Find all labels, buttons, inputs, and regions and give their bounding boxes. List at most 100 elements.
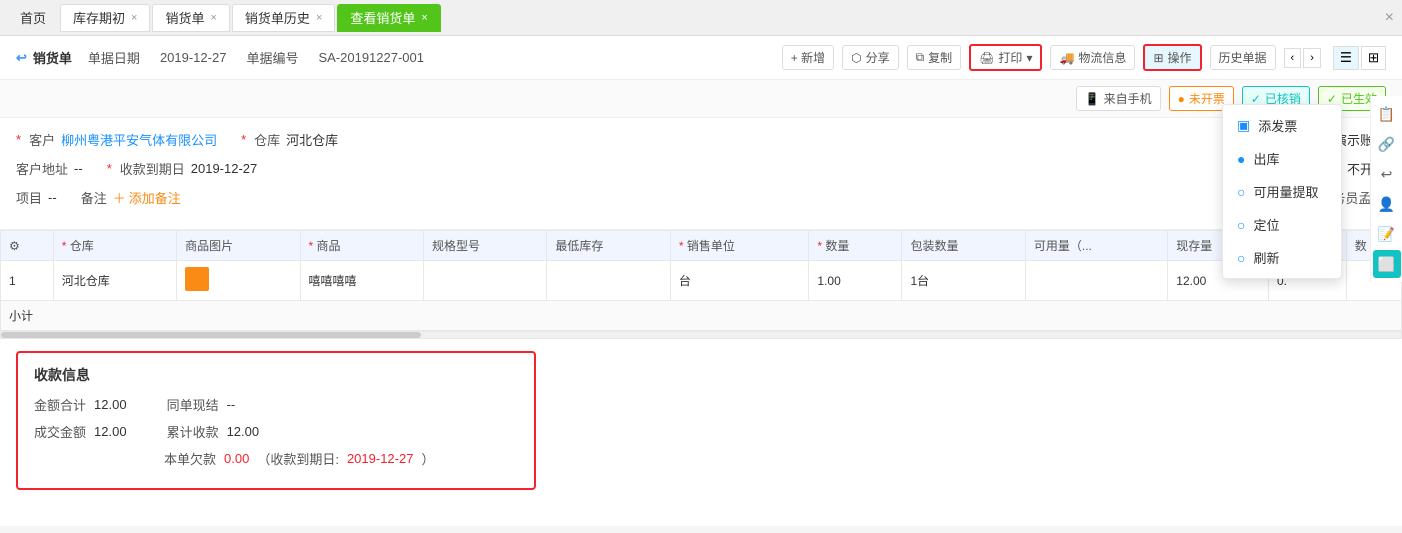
logistics-button[interactable]: 🚚 物流信息 [1050, 45, 1135, 70]
same-order-item: 同单现结 -- [167, 395, 236, 414]
tab-inventory[interactable]: 库存期初 × [60, 4, 150, 32]
payment-row-2: 成交金额 12.00 累计收款 12.00 [34, 422, 518, 441]
refresh-item[interactable]: ○ 刷新 [1223, 241, 1341, 274]
sidebar-doc-icon[interactable]: 📋 [1373, 100, 1401, 128]
sidebar-note-icon[interactable]: 📝 [1373, 220, 1401, 248]
col-pack-qty: 包装数量 [902, 231, 1025, 261]
no-label: 单据编号 [246, 48, 298, 67]
row-warehouse: 河北仓库 [53, 261, 176, 301]
doc-header: ↩ 销货单 单据日期 2019-12-27 单据编号 SA-20191227-0… [0, 36, 1402, 80]
row-img [177, 261, 300, 301]
row-available [1025, 261, 1167, 301]
sub-toolbar: 📱 来自手机 ● 未开票 ✓ 已核销 ✓ 已生效 [0, 80, 1402, 118]
row-spec [423, 261, 546, 301]
from-phone-button[interactable]: 📱 来自手机 [1076, 86, 1161, 111]
form-section: * 客户 柳州粤港平安气体有限公司 * 仓库 河北仓库 业务员 演示账号 客户地… [0, 118, 1402, 230]
refresh-icon: ○ [1237, 250, 1245, 266]
payment-row-1: 金额合计 12.00 同单现结 -- [34, 395, 518, 414]
total-amount-item: 金额合计 12.00 [34, 395, 127, 414]
sidebar-expand-icon[interactable]: ⬜ [1373, 250, 1401, 278]
cumulative-value: 12.00 [227, 424, 260, 439]
address-field: 客户地址 -- [16, 159, 83, 178]
view-buttons: ☰ ⊞ [1333, 46, 1386, 70]
copy-button[interactable]: ⧉ 复制 [907, 45, 962, 70]
row-no: 1 [1, 261, 54, 301]
locate-item[interactable]: ○ 定位 [1223, 208, 1341, 241]
customer-value[interactable]: 柳州粤港平安气体有限公司 [61, 130, 217, 149]
tab-check-sales[interactable]: 查看销货单 × [337, 4, 440, 32]
settings-icon[interactable]: ⚙ [9, 239, 20, 253]
product-image [185, 267, 209, 291]
date-label: 单据日期 [88, 48, 140, 67]
out-stock-icon: ● [1237, 151, 1245, 167]
close-window-button[interactable]: × [1385, 9, 1394, 27]
next-button[interactable]: › [1303, 48, 1321, 68]
form-row-3: 项目 -- 备注 ＋ 添加备注 * 业务员孟 -- [16, 188, 1386, 207]
sidebar-back-icon[interactable]: ↩ [1373, 160, 1401, 188]
row-min-stock [547, 261, 670, 301]
col-warehouse: * 仓库 [53, 231, 176, 261]
tab-sales-history-close[interactable]: × [316, 12, 322, 24]
form-row-1: * 客户 柳州粤港平安气体有限公司 * 仓库 河北仓库 业务员 演示账号 [16, 130, 1386, 149]
tab-sales-order-close[interactable]: × [210, 12, 216, 24]
data-table: ⚙ * 仓库 商品图片 * 商品 规格型号 最低库存 * 销售单位 * 数量 包… [0, 230, 1402, 331]
tab-check-sales-close[interactable]: × [421, 12, 427, 24]
payment-title: 收款信息 [34, 365, 518, 385]
subtotal-label: 小计 [1, 301, 1402, 331]
owed-item: 本单欠款 0.00 （收款到期日: 2019-12-27 ） [164, 449, 434, 468]
out-stock-item[interactable]: ● 出库 [1223, 142, 1341, 175]
doc-title-text: 销货单 [33, 48, 72, 67]
warehouse-field: * 仓库 河北仓库 [241, 130, 338, 149]
ticket-icon: ● [1178, 92, 1185, 106]
add-invoice-item[interactable]: ▣ 添发票 [1223, 109, 1341, 142]
warehouse-value: 河北仓库 [286, 130, 338, 149]
note-field: 备注 ＋ 添加备注 [81, 188, 181, 207]
print-button[interactable]: 🖨 打印 ▾ [969, 44, 1042, 71]
tab-inventory-close[interactable]: × [131, 12, 137, 24]
available-qty-item[interactable]: ○ 可用量提取 [1223, 175, 1341, 208]
sidebar-link-icon[interactable]: 🔗 [1373, 130, 1401, 158]
no-value: SA-20191227-001 [318, 50, 424, 65]
row-unit: 台 [670, 261, 809, 301]
new-button[interactable]: + 新增 [782, 45, 834, 70]
tab-bar: 首页 库存期初 × 销货单 × 销货单历史 × 查看销货单 × × [0, 0, 1402, 36]
bottom-section: 收款信息 金额合计 12.00 同单现结 -- 成交金额 12.00 累计收款 [0, 339, 1402, 502]
nav-arrows: ‹ › [1284, 48, 1321, 68]
share-icon: ⬡ [851, 51, 861, 65]
add-note-button[interactable]: ＋ 添加备注 [113, 188, 181, 207]
operate-icon: ⊞ [1153, 51, 1163, 65]
locate-icon: ○ [1237, 217, 1245, 233]
due-date-value: 2019-12-27 [191, 161, 258, 176]
share-button[interactable]: ⬡ 分享 [842, 45, 899, 70]
doc-title-icon: ↩ [16, 50, 27, 66]
list-view-button[interactable]: ☰ [1333, 46, 1359, 70]
table-row: 1 河北仓库 嘻嘻嘻嘻 台 1.00 1台 12.00 0. [1, 261, 1402, 301]
due-date-field: * 收款到期日 2019-12-27 [107, 159, 258, 178]
logistics-icon: 🚚 [1059, 51, 1074, 65]
print-icon: 🖨 [979, 51, 994, 65]
available-qty-icon: ○ [1237, 184, 1245, 200]
prev-button[interactable]: ‹ [1284, 48, 1302, 68]
tab-home[interactable]: 首页 [8, 8, 58, 27]
table-header-row: ⚙ * 仓库 商品图片 * 商品 规格型号 最低库存 * 销售单位 * 数量 包… [1, 231, 1402, 261]
row-product: 嘻嘻嘻嘻 [300, 261, 423, 301]
grid-view-button[interactable]: ⊞ [1361, 46, 1386, 70]
tab-sales-history[interactable]: 销货单历史 × [232, 4, 335, 32]
sidebar-user-icon[interactable]: 👤 [1373, 190, 1401, 218]
row-pack-qty: 1台 [902, 261, 1025, 301]
project-field: 项目 -- [16, 188, 57, 207]
payment-info: 收款信息 金额合计 12.00 同单现结 -- 成交金额 12.00 累计收款 [16, 351, 536, 490]
operate-button[interactable]: ⊞ 操作 [1143, 44, 1201, 71]
col-product: * 商品 [300, 231, 423, 261]
date-value: 2019-12-27 [160, 50, 227, 65]
col-qty: * 数量 [809, 231, 902, 261]
copy-icon: ⧉ [916, 50, 925, 65]
tab-sales-order[interactable]: 销货单 × [152, 4, 229, 32]
horizontal-scrollbar[interactable] [0, 331, 1402, 339]
history-button[interactable]: 历史单据 [1210, 45, 1276, 70]
col-spec: 规格型号 [423, 231, 546, 261]
doc-title: ↩ 销货单 [16, 48, 72, 67]
row-qty: 1.00 [809, 261, 902, 301]
col-unit: * 销售单位 [670, 231, 809, 261]
deal-value: 12.00 [94, 424, 127, 439]
